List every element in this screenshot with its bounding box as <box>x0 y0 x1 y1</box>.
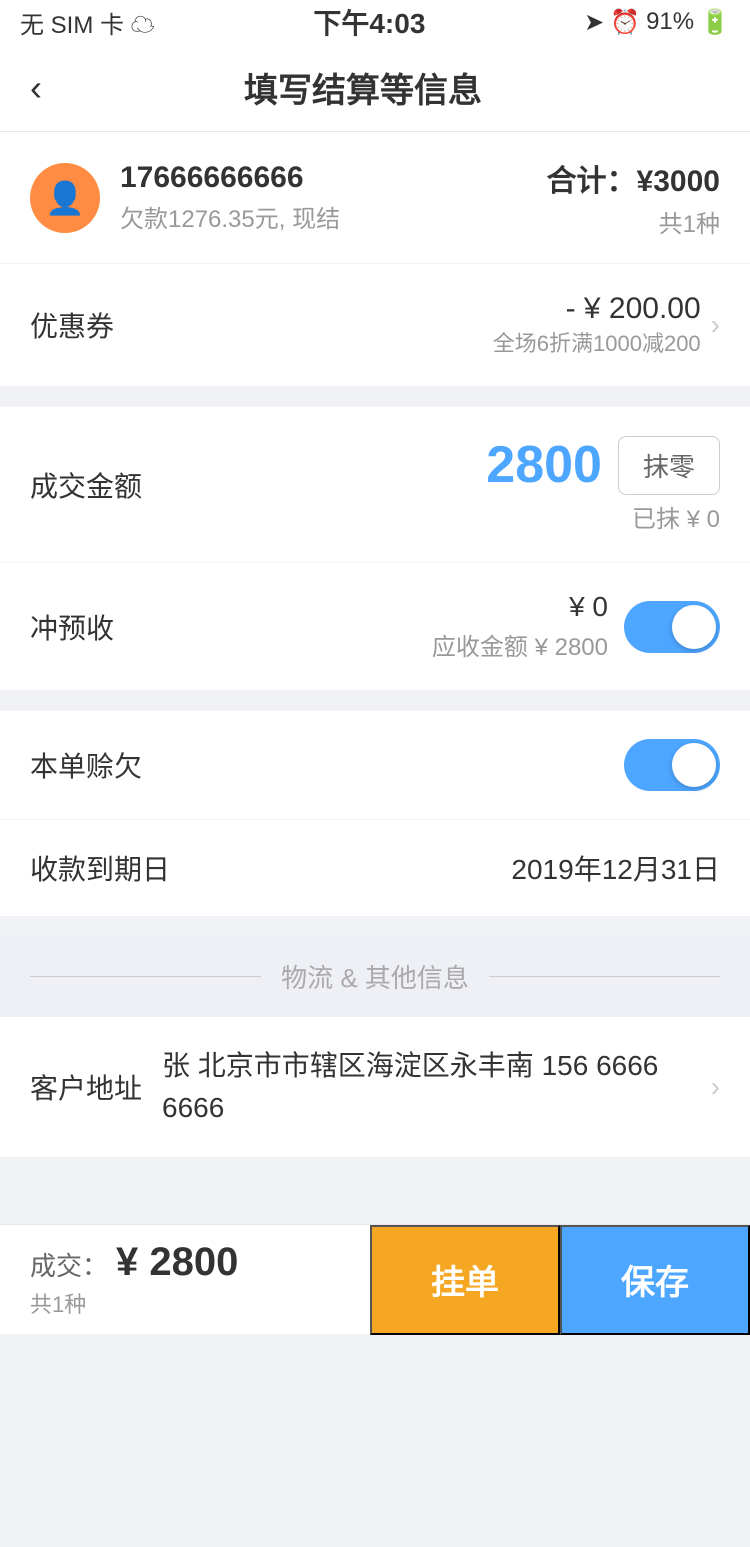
bottom-info: 成交： ¥ 2800 共1种 <box>0 1240 370 1319</box>
save-button[interactable]: 保存 <box>560 1225 750 1335</box>
user-phone: 17666666666 <box>120 161 340 195</box>
write-off-toggle[interactable] <box>624 739 720 791</box>
coupon-desc: 全场6折满1000减200 <box>493 326 701 358</box>
round-button[interactable]: 抹零 <box>618 436 720 495</box>
page-title: 填写结算等信息 <box>62 63 664 112</box>
status-bar: 无 SIM 卡 ☁ 下午4:03 ➤ ⏰ 91% 🔋 <box>0 0 750 44</box>
bottom-spacer <box>0 1437 750 1547</box>
coupon-label: 优惠券 <box>30 305 114 345</box>
section-divider: 物流 & 其他信息 <box>0 936 750 1017</box>
divider-line-right <box>489 976 720 977</box>
section-gap-3 <box>0 916 750 936</box>
battery-label: 91% <box>646 8 694 36</box>
coupon-discount: - ¥ 200.00 <box>493 292 701 326</box>
avatar: 👤 <box>30 163 100 233</box>
bottom-deal-row: 成交： ¥ 2800 <box>30 1240 340 1285</box>
avatar-icon: 👤 <box>45 179 85 217</box>
status-right: ➤ ⏰ 91% 🔋 <box>584 8 730 37</box>
due-date-value: 2019年12月31日 <box>511 848 720 888</box>
coupon-right: - ¥ 200.00 全场6折满1000减200 › <box>493 292 720 358</box>
pre-receive-stack: ¥ 0 应收金额 ¥ 2800 <box>432 591 608 662</box>
pre-receive-right: ¥ 0 应收金额 ¥ 2800 <box>432 591 720 662</box>
address-content: 张 北京市市辖区海淀区永丰南 156 6666 6666 <box>162 1045 711 1129</box>
alarm-icon: ⏰ <box>610 8 640 37</box>
due-date-row: 收款到期日 2019年12月31日 <box>0 819 750 916</box>
sim-label: 无 SIM 卡 ☁ <box>20 5 155 40</box>
write-off-toggle-knob <box>672 743 716 787</box>
user-sub: 欠款1276.35元, 现结 <box>120 199 340 234</box>
address-row[interactable]: 客户地址 张 北京市市辖区海淀区永丰南 156 6666 6666 › <box>0 1017 750 1157</box>
total-count: 共1种 <box>547 204 720 239</box>
deal-amount-right: 2800 抹零 已抹 ¥ 0 <box>486 435 720 534</box>
deal-amount-sub: 已抹 ¥ 0 <box>486 499 720 534</box>
address-arrow-icon: › <box>711 1071 720 1103</box>
pre-receive-row: 冲预收 ¥ 0 应收金额 ¥ 2800 <box>0 562 750 690</box>
deal-amount-controls: 2800 抹零 <box>486 435 720 495</box>
coupon-arrow-icon: › <box>711 309 720 341</box>
write-off-label: 本单赊欠 <box>30 745 142 785</box>
coupon-row[interactable]: 优惠券 - ¥ 200.00 全场6折满1000减200 › <box>0 264 750 386</box>
section-gap-1 <box>0 386 750 406</box>
bottom-deal-label: 成交： <box>30 1246 108 1283</box>
pre-receive-label: 冲预收 <box>30 607 114 647</box>
divider-text: 物流 & 其他信息 <box>281 958 469 995</box>
status-time: 下午4:03 <box>313 2 425 42</box>
pre-receive-toggle[interactable] <box>624 601 720 653</box>
toggle-knob <box>672 605 716 649</box>
section-gap-2 <box>0 690 750 710</box>
total-amount: 合计：¥3000 <box>547 156 720 200</box>
nav-bar: ‹ 填写结算等信息 <box>0 44 750 132</box>
pre-receive-sub: 应收金额 ¥ 2800 <box>432 627 608 662</box>
bottom-bar: 成交： ¥ 2800 共1种 挂单 保存 <box>0 1224 750 1334</box>
bottom-count: 共1种 <box>30 1287 340 1319</box>
battery-icon: 🔋 <box>700 8 730 37</box>
due-date-label: 收款到期日 <box>30 848 170 888</box>
back-button[interactable]: ‹ <box>30 67 42 109</box>
user-total: 合计：¥3000 共1种 <box>547 156 720 239</box>
divider-line-left <box>30 976 261 977</box>
bottom-price: ¥ 2800 <box>116 1240 238 1285</box>
status-left: 无 SIM 卡 ☁ <box>20 5 155 40</box>
deal-amount-label: 成交金额 <box>30 465 142 505</box>
deal-amount-row: 成交金额 2800 抹零 已抹 ¥ 0 <box>0 406 750 562</box>
user-details: 17666666666 欠款1276.35元, 现结 <box>120 161 340 234</box>
write-off-row: 本单赊欠 <box>0 710 750 819</box>
pending-button[interactable]: 挂单 <box>370 1225 560 1335</box>
user-left: 👤 17666666666 欠款1276.35元, 现结 <box>30 161 340 234</box>
address-label: 客户地址 <box>30 1067 142 1107</box>
pre-receive-amount: ¥ 0 <box>432 591 608 623</box>
deal-amount-value: 2800 <box>486 435 602 495</box>
location-icon: ➤ <box>584 8 604 37</box>
user-info-row: 👤 17666666666 欠款1276.35元, 现结 合计：¥3000 共1… <box>0 132 750 264</box>
